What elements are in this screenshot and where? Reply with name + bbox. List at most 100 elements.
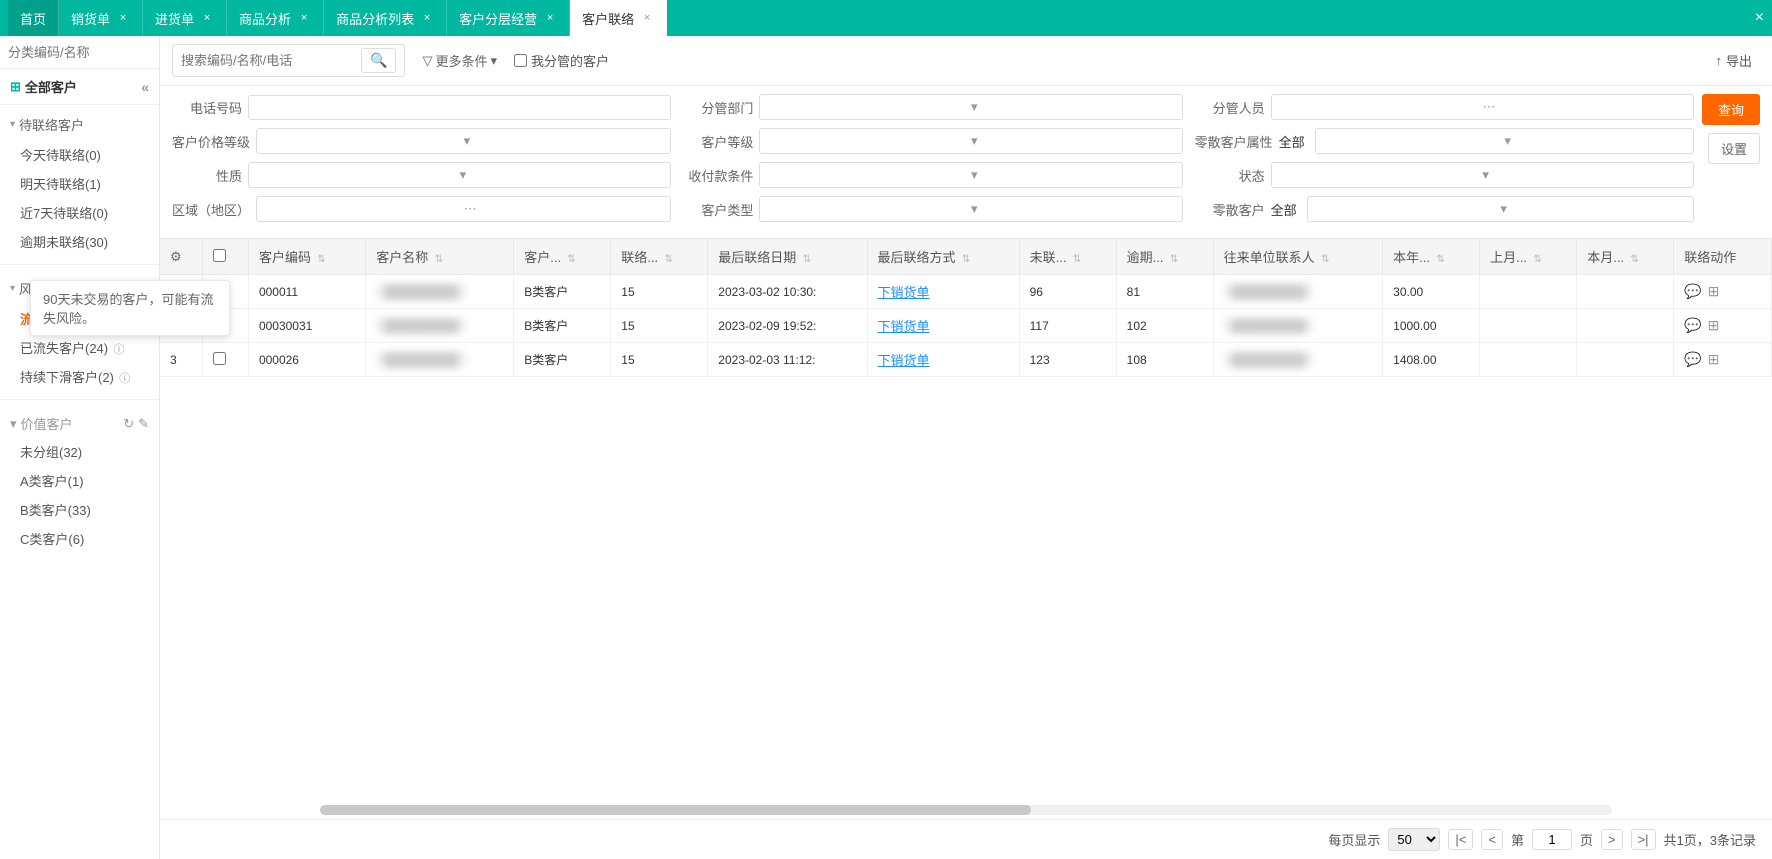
tab-sales-close[interactable]: × bbox=[116, 11, 130, 25]
prev-page-btn[interactable]: < bbox=[1481, 829, 1503, 850]
per-page-select[interactable]: 50 100 200 bbox=[1388, 828, 1440, 851]
cell-last-method[interactable]: 下销货单 bbox=[867, 343, 1019, 377]
page-number-input[interactable] bbox=[1532, 829, 1572, 850]
filter-search-icon[interactable]: 🔍 bbox=[361, 48, 396, 73]
sidebar-search-input[interactable] bbox=[8, 45, 160, 60]
h-scrollbar[interactable] bbox=[320, 805, 1612, 815]
tab-analysis-list[interactable]: 商品分析列表 × bbox=[324, 0, 447, 36]
horizontal-scroll[interactable] bbox=[160, 801, 1772, 819]
row-checkbox-2[interactable] bbox=[213, 352, 226, 365]
last-method-link[interactable]: 下销货单 bbox=[878, 319, 930, 334]
last-method-link[interactable]: 下销货单 bbox=[878, 285, 930, 300]
sidebar-item-declining[interactable]: 持续下滑客户(2) ⓘ bbox=[0, 362, 159, 391]
more-action-icon[interactable]: ⊞ bbox=[1708, 283, 1720, 300]
cell-uncontacted: 117 bbox=[1019, 309, 1116, 343]
first-page-btn[interactable]: |< bbox=[1448, 829, 1473, 850]
th-code[interactable]: 客户编码 ⇅ bbox=[248, 239, 365, 275]
tab-analysis[interactable]: 商品分析 × bbox=[227, 0, 324, 36]
filter-manager: 分管人员 ⋯ bbox=[1195, 94, 1694, 120]
th-settings[interactable]: ⚙ bbox=[160, 239, 203, 275]
tab-sales[interactable]: 销货单 × bbox=[59, 0, 143, 36]
filter-manager-select[interactable]: ⋯ bbox=[1271, 94, 1694, 120]
sort-date-icon: ⇅ bbox=[803, 254, 811, 265]
th-contact[interactable]: 联络... ⇅ bbox=[611, 239, 708, 275]
th-last-month[interactable]: 上月... ⇅ bbox=[1480, 239, 1577, 275]
h-scroll-thumb[interactable] bbox=[320, 805, 1031, 815]
my-customers-checkbox-label[interactable]: 我分管的客户 bbox=[514, 51, 609, 70]
sidebar-all-customers[interactable]: ⊞ 全部客户 « bbox=[0, 69, 159, 105]
chat-action-icon[interactable]: 💬 bbox=[1684, 317, 1701, 334]
th-contacts[interactable]: 往来单位联系人 ⇅ bbox=[1213, 239, 1382, 275]
cell-checkbox[interactable] bbox=[203, 343, 248, 377]
filter-phone-input[interactable] bbox=[248, 95, 671, 120]
window-close-icon[interactable]: × bbox=[1755, 9, 1764, 27]
tab-purchase-close[interactable]: × bbox=[200, 11, 214, 25]
sidebar-pending-header[interactable]: ▾ 待联络客户 bbox=[0, 109, 159, 140]
filter-gender-select[interactable]: ▾ bbox=[248, 162, 671, 188]
filter-region-select[interactable]: ⋯ bbox=[256, 196, 671, 222]
th-name[interactable]: 客户名称 ⇅ bbox=[366, 239, 514, 275]
cell-last-date: 2023-02-09 19:52: bbox=[708, 309, 867, 343]
cell-last-method[interactable]: 下销货单 bbox=[867, 275, 1019, 309]
value-edit-icon[interactable]: ✎ bbox=[138, 416, 149, 432]
th-type[interactable]: 客户... ⇅ bbox=[514, 239, 611, 275]
last-page-btn[interactable]: >| bbox=[1631, 829, 1656, 850]
sidebar-item-tomorrow[interactable]: 明天待联络(1) bbox=[0, 169, 159, 198]
more-conditions-btn[interactable]: ▽ 更多条件 ▾ bbox=[413, 46, 506, 75]
sidebar-item-overdue[interactable]: 逾期未联络(30) bbox=[0, 227, 159, 256]
value-refresh-icon[interactable]: ↻ bbox=[123, 416, 134, 432]
select-all-checkbox[interactable] bbox=[213, 249, 226, 262]
main-layout: ⊞ 全部客户 « ▾ 待联络客户 今天待联络(0) 明天待联络(1) 近7天待联… bbox=[0, 36, 1772, 859]
tab-customer-tier[interactable]: 客户分层经营 × bbox=[447, 0, 570, 36]
th-last-date[interactable]: 最后联络日期 ⇅ bbox=[708, 239, 867, 275]
collapse-icon[interactable]: « bbox=[141, 79, 149, 95]
sidebar-item-class-c[interactable]: C类客户(6) bbox=[0, 524, 159, 553]
tab-home[interactable]: 首页 bbox=[8, 0, 59, 36]
tab-customer-contact-close[interactable]: × bbox=[640, 11, 654, 25]
my-customers-checkbox[interactable] bbox=[514, 54, 527, 67]
filter-price-select[interactable]: ▾ bbox=[256, 128, 671, 154]
cell-type: B类客户 bbox=[514, 343, 611, 377]
th-last-method[interactable]: 最后联络方式 ⇅ bbox=[867, 239, 1019, 275]
tab-purchase[interactable]: 进货单 × bbox=[143, 0, 227, 36]
th-overdue[interactable]: 逾期... ⇅ bbox=[1116, 239, 1213, 275]
filter-cust-type-select[interactable]: ▾ bbox=[759, 196, 1182, 222]
sidebar-value-label: 价值客户 bbox=[21, 414, 73, 433]
tab-customer-contact[interactable]: 客户联络 × bbox=[570, 0, 667, 36]
tab-analysis-list-close[interactable]: × bbox=[420, 11, 434, 25]
sidebar-item-churned[interactable]: 已流失客户(24) ⓘ bbox=[0, 333, 159, 362]
th-uncontacted[interactable]: 未联... ⇅ bbox=[1019, 239, 1116, 275]
filter-retail-attr-select[interactable]: ▾ bbox=[1315, 128, 1694, 154]
sidebar-item-class-b[interactable]: B类客户(33) bbox=[0, 495, 159, 524]
filter-cust-level-select[interactable]: ▾ bbox=[759, 128, 1182, 154]
settings-button[interactable]: 设置 bbox=[1708, 133, 1760, 164]
gear-icon[interactable]: ⚙ bbox=[170, 249, 182, 264]
sidebar-item-class-a[interactable]: A类客户(1) bbox=[0, 466, 159, 495]
filter-dept-select[interactable]: ▾ bbox=[759, 94, 1182, 120]
export-btn[interactable]: ↑ 导出 bbox=[1707, 47, 1760, 74]
next-page-btn[interactable]: > bbox=[1601, 829, 1623, 850]
query-button[interactable]: 查询 bbox=[1702, 94, 1760, 125]
sidebar-item-7days[interactable]: 近7天待联络(0) bbox=[0, 198, 159, 227]
chat-action-icon[interactable]: 💬 bbox=[1684, 351, 1701, 368]
more-action-icon[interactable]: ⊞ bbox=[1708, 351, 1720, 368]
cell-last-month bbox=[1480, 343, 1577, 377]
tab-analysis-close[interactable]: × bbox=[297, 11, 311, 25]
th-this-month[interactable]: 本月... ⇅ bbox=[1577, 239, 1674, 275]
filter-search-input[interactable] bbox=[181, 53, 361, 68]
chat-action-icon[interactable]: 💬 bbox=[1684, 283, 1701, 300]
th-this-year[interactable]: 本年... ⇅ bbox=[1383, 239, 1480, 275]
filter-payment: 收付款条件 ▾ bbox=[683, 162, 1182, 188]
filter-retail-cust-select[interactable]: ▾ bbox=[1307, 196, 1694, 222]
last-method-link[interactable]: 下销货单 bbox=[878, 353, 930, 368]
filter-dept-label: 分管部门 bbox=[683, 98, 753, 117]
more-action-icon[interactable]: ⊞ bbox=[1708, 317, 1720, 334]
tab-customer-tier-close[interactable]: × bbox=[543, 11, 557, 25]
th-checkbox[interactable] bbox=[203, 239, 248, 275]
cell-last-method[interactable]: 下销货单 bbox=[867, 309, 1019, 343]
sidebar-item-today[interactable]: 今天待联络(0) bbox=[0, 140, 159, 169]
filter-payment-select[interactable]: ▾ bbox=[759, 162, 1182, 188]
filter-status-select[interactable]: ▾ bbox=[1271, 162, 1694, 188]
filter-retail-attr: 零散客户属性 全部 ▾ bbox=[1195, 128, 1694, 154]
sidebar-item-ungrouped[interactable]: 未分组(32) bbox=[0, 437, 159, 466]
